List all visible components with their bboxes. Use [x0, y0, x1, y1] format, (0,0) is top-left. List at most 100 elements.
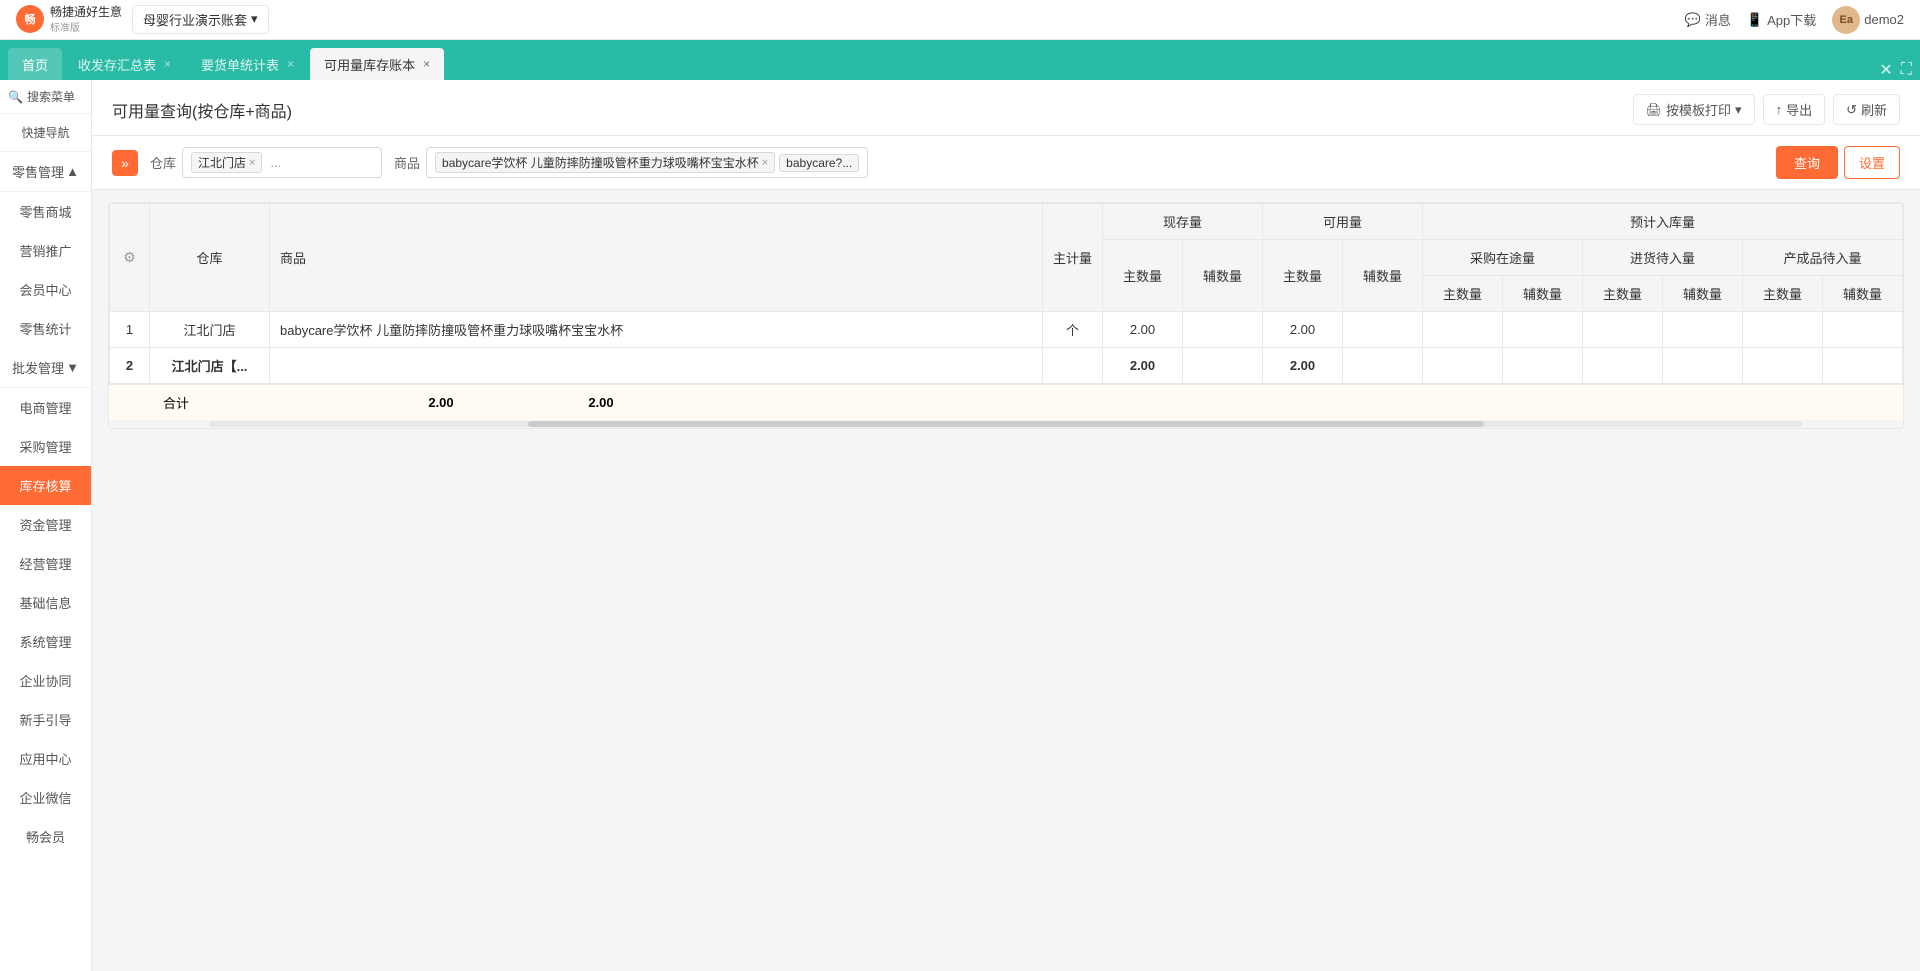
- sidebar-item-enterprise-wechat-label: 企业微信: [19, 788, 71, 807]
- gear-icon[interactable]: ⚙: [123, 249, 136, 265]
- sidebar-item-system[interactable]: 系统管理: [0, 622, 91, 661]
- tab-receive-send-label: 收发存汇总表: [78, 55, 156, 74]
- footer-available-total: 2.00: [561, 395, 641, 410]
- row1-production-aux: [1823, 312, 1903, 348]
- warehouse-tag-jiangebei[interactable]: 江北门店 ×: [191, 152, 262, 173]
- sidebar-item-new-guide[interactable]: 新手引导: [0, 700, 91, 739]
- chevron-down-icon-print: ▾: [1735, 102, 1742, 118]
- sidebar-item-marketing[interactable]: 营销推广: [0, 231, 91, 270]
- sidebar-item-finance[interactable]: 资金管理: [0, 505, 91, 544]
- sidebar-item-vip-member[interactable]: 畅会员: [0, 817, 91, 856]
- sidebar-item-enterprise-label: 企业协同: [19, 671, 71, 690]
- row1-avail-main: 2.00: [1263, 312, 1343, 348]
- th-stock-aux: 辅数量: [1183, 240, 1263, 312]
- product-tag-label: babycare学饮杯 儿童防摔防撞吸管杯重力球吸嘴杯宝宝水杯: [442, 154, 759, 171]
- sidebar-item-wholesale[interactable]: 批发管理 ▼: [0, 348, 91, 388]
- sidebar-item-ecommerce[interactable]: 电商管理: [0, 388, 91, 427]
- table-row: 1 江北门店 babycare学饮杯 儿童防摔防撞吸管杯重力球吸嘴杯宝宝水杯 个…: [110, 312, 1903, 348]
- page-actions: 🖨 按模板打印 ▾ ↑ 导出 ↺ 刷新: [1633, 94, 1901, 125]
- template-print-btn[interactable]: 🖨 按模板打印 ▾: [1633, 94, 1755, 125]
- expand-filter-btn[interactable]: »: [112, 150, 138, 176]
- query-button[interactable]: 查询: [1776, 146, 1838, 179]
- th-forecast-inbound: 预计入库量: [1423, 204, 1903, 240]
- page-title: 可用量查询(按仓库+商品): [112, 98, 292, 122]
- expand-icon[interactable]: ⛶: [1901, 61, 1912, 79]
- expand-arrows-icon: »: [121, 155, 129, 171]
- warehouse-tag-remove[interactable]: ×: [249, 157, 255, 169]
- tab-receive-send-close[interactable]: ×: [164, 57, 171, 71]
- product-filter-tags[interactable]: babycare学饮杯 儿童防摔防撞吸管杯重力球吸嘴杯宝宝水杯 × babyca…: [426, 147, 868, 178]
- sidebar-item-operations[interactable]: 经营管理: [0, 544, 91, 583]
- tab-available-stock-close[interactable]: ×: [423, 57, 430, 71]
- th-available: 可用量: [1263, 204, 1423, 240]
- row1-stock-main: 2.00: [1103, 312, 1183, 348]
- user-profile-btn[interactable]: Ea demo2: [1832, 6, 1904, 34]
- row1-seq: 1: [110, 312, 150, 348]
- row2-warehouse: 江北门店【...: [150, 348, 270, 384]
- sidebar-item-app-center[interactable]: 应用中心: [0, 739, 91, 778]
- row1-stock-aux: [1183, 312, 1263, 348]
- scrollbar-track[interactable]: [209, 421, 1803, 427]
- app-download-btn[interactable]: 📱 App下载: [1747, 10, 1816, 29]
- th-inbound-pending: 进货待入量: [1583, 240, 1743, 276]
- row1-production-main: [1743, 312, 1823, 348]
- sidebar-item-enterprise[interactable]: 企业协同: [0, 661, 91, 700]
- sidebar-quick-nav[interactable]: 快捷导航: [0, 114, 91, 152]
- chevron-icon-wholesale: ▼: [66, 360, 79, 375]
- sidebar-search-label: 搜索菜单: [27, 88, 75, 105]
- sidebar-item-retail-mgmt[interactable]: 零售管理 ▲: [0, 152, 91, 192]
- row2-production-main: [1743, 348, 1823, 384]
- th-purchase-main: 主数量: [1423, 276, 1503, 312]
- export-btn[interactable]: ↑ 导出: [1763, 94, 1826, 125]
- table-footer: 合计 2.00 2.00: [109, 384, 1903, 420]
- product-tag-babycare2[interactable]: babycare?...: [779, 154, 859, 172]
- tab-receive-send[interactable]: 收发存汇总表 ×: [64, 48, 185, 80]
- app-download-label: App下载: [1767, 10, 1816, 29]
- th-current-stock: 现存量: [1103, 204, 1263, 240]
- sidebar-item-retail-mgmt-label: 零售管理: [12, 162, 64, 181]
- sidebar-item-retail-mall[interactable]: 零售商城: [0, 192, 91, 231]
- tab-home[interactable]: 首页: [8, 48, 62, 80]
- row2-stock-main: 2.00: [1103, 348, 1183, 384]
- product-tag-babycare[interactable]: babycare学饮杯 儿童防摔防撞吸管杯重力球吸嘴杯宝宝水杯 ×: [435, 152, 775, 173]
- product-tag-remove[interactable]: ×: [762, 157, 768, 169]
- sidebar-item-inventory[interactable]: 库存核算: [0, 466, 91, 505]
- industry-selector[interactable]: 母婴行业演示账套 ▾: [132, 5, 269, 34]
- tab-order-stats-close[interactable]: ×: [287, 57, 294, 71]
- row1-unit: 个: [1042, 312, 1102, 348]
- product-filter-label: 商品: [394, 153, 420, 172]
- tab-home-label: 首页: [22, 55, 48, 74]
- row2-production-aux: [1823, 348, 1903, 384]
- sidebar-item-ecommerce-label: 电商管理: [19, 398, 71, 417]
- table-container: ⚙ 仓库 商品 主计量 现存量 可用量 预计入库量 主数量 辅数量 主数量 辅数…: [108, 202, 1904, 429]
- scrollbar-thumb[interactable]: [528, 421, 1484, 427]
- export-label: 导出: [1786, 100, 1812, 119]
- sidebar-item-purchase[interactable]: 采购管理: [0, 427, 91, 466]
- warehouse-filter-tags[interactable]: 江北门店 × ...: [182, 147, 382, 178]
- warehouse-filter-dots[interactable]: ...: [266, 155, 285, 170]
- row2-avail-main: 2.00: [1263, 348, 1343, 384]
- settings-button[interactable]: 设置: [1844, 146, 1900, 179]
- sidebar-item-enterprise-wechat[interactable]: 企业微信: [0, 778, 91, 817]
- sidebar-item-basic-info[interactable]: 基础信息: [0, 583, 91, 622]
- th-available-main: 主数量: [1263, 240, 1343, 312]
- nav-tabs: 首页 收发存汇总表 × 要货单统计表 × 可用量库存账本 × ✕ ⛶: [0, 40, 1920, 80]
- refresh-btn[interactable]: ↺ 刷新: [1833, 94, 1900, 125]
- close-window-icon[interactable]: ✕: [1879, 60, 1892, 80]
- row2-avail-aux: [1343, 348, 1423, 384]
- tab-order-stats[interactable]: 要货单统计表 ×: [187, 48, 308, 80]
- warehouse-filter-group: 仓库 江北门店 × ...: [150, 147, 382, 178]
- sidebar-item-system-label: 系统管理: [19, 632, 71, 651]
- logo-subtext: 标准版: [50, 19, 122, 34]
- message-btn[interactable]: 💬 消息: [1685, 10, 1731, 29]
- tab-available-stock[interactable]: 可用量库存账本 ×: [310, 48, 444, 80]
- sidebar-search[interactable]: 🔍 搜索菜单: [0, 80, 91, 114]
- sidebar-item-new-guide-label: 新手引导: [19, 710, 71, 729]
- row2-purchase-aux: [1503, 348, 1583, 384]
- th-production-main: 主数量: [1743, 276, 1823, 312]
- scrollbar-area[interactable]: [109, 420, 1903, 428]
- sidebar-item-member-center[interactable]: 会员中心: [0, 270, 91, 309]
- filter-actions: 查询 设置: [1776, 146, 1900, 179]
- user-name: demo2: [1864, 12, 1904, 27]
- sidebar-item-retail-stats[interactable]: 零售统计: [0, 309, 91, 348]
